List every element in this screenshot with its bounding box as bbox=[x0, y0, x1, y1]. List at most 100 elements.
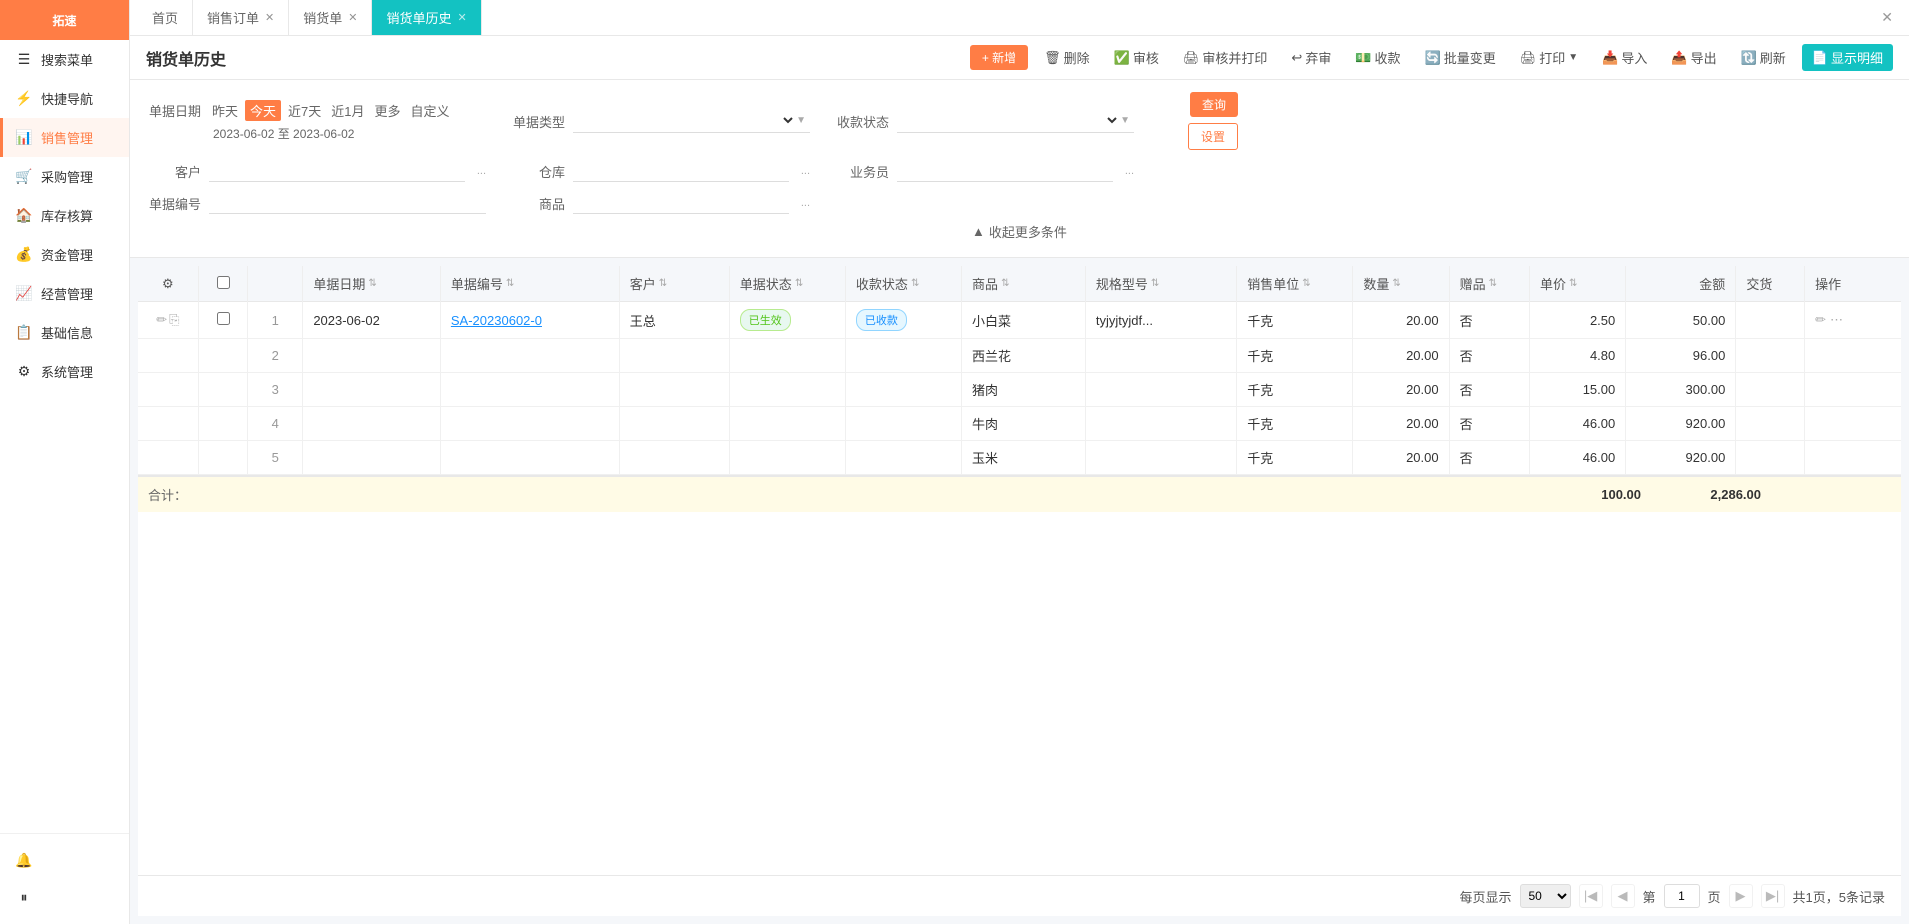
date-btn-7days[interactable]: 近7天 bbox=[285, 100, 324, 121]
row-gift-cell: 否 bbox=[1449, 441, 1529, 475]
sidebar-item-operations[interactable]: 📈 经营管理 bbox=[0, 274, 129, 313]
col-no-header[interactable]: 单据编号⇅ bbox=[440, 266, 619, 302]
goods-dots[interactable]: ... bbox=[801, 197, 810, 209]
goods-sort-icon: ⇅ bbox=[1001, 278, 1009, 289]
collect-button[interactable]: 💵 收款 bbox=[1347, 44, 1408, 71]
row-unit-cell: 千克 bbox=[1237, 302, 1353, 339]
row-price-cell: 2.50 bbox=[1529, 302, 1625, 339]
staff-filter-label: 业务员 bbox=[834, 162, 889, 181]
refresh-button[interactable]: 🔃 刷新 bbox=[1733, 44, 1794, 71]
tab-sales-delivery-close[interactable]: ✕ bbox=[348, 11, 357, 24]
tab-sales-history[interactable]: 销货单历史 ✕ bbox=[372, 0, 481, 35]
query-button[interactable]: 查询 bbox=[1190, 92, 1238, 117]
col-unit-header[interactable]: 销售单位⇅ bbox=[1237, 266, 1353, 302]
page-next-btn[interactable]: ▶ bbox=[1729, 884, 1753, 908]
sidebar-item-purchase-mgmt[interactable]: 🛒 采购管理 bbox=[0, 157, 129, 196]
sidebar-pause-btn[interactable]: ⏸ bbox=[0, 879, 129, 916]
type-select[interactable] bbox=[573, 109, 796, 132]
action-more-icon[interactable]: ⋯ bbox=[1830, 312, 1843, 327]
row-gift-cell: 否 bbox=[1449, 302, 1529, 339]
col-settings-header: ⚙ bbox=[138, 266, 198, 302]
col-action-header: 操作 bbox=[1805, 266, 1901, 302]
warehouse-dots[interactable]: ... bbox=[801, 165, 810, 177]
row-customer-cell: 王总 bbox=[619, 302, 729, 339]
col-customer-header[interactable]: 客户⇅ bbox=[619, 266, 729, 302]
delete-button[interactable]: 🗑 删除 bbox=[1036, 44, 1098, 71]
review-print-button[interactable]: 🖨 审核并打印 bbox=[1175, 44, 1276, 71]
col-qty-header[interactable]: 数量⇅ bbox=[1353, 266, 1449, 302]
page-input[interactable] bbox=[1664, 884, 1700, 908]
col-price-header[interactable]: 单价⇅ bbox=[1529, 266, 1625, 302]
sidebar-item-sales-mgmt[interactable]: 📊 销售管理 bbox=[0, 118, 129, 157]
col-spec-header[interactable]: 规格型号⇅ bbox=[1085, 266, 1236, 302]
docno-input[interactable] bbox=[209, 192, 486, 214]
warehouse-input[interactable] bbox=[573, 160, 789, 182]
sidebar-item-inventory[interactable]: 🏠 库存核算 bbox=[0, 196, 129, 235]
customer-input[interactable] bbox=[209, 160, 465, 182]
settings-button[interactable]: 设置 bbox=[1188, 123, 1238, 150]
staff-input[interactable] bbox=[897, 160, 1113, 182]
date-btn-more[interactable]: 更多 bbox=[372, 100, 404, 121]
status-badge: 已生效 bbox=[740, 309, 791, 331]
sidebar-item-sys-mgmt[interactable]: ⚙ 系统管理 bbox=[0, 352, 129, 391]
row-no-cell[interactable]: SA-20230602-0 bbox=[440, 302, 619, 339]
sidebar-item-quick-nav[interactable]: ⚡ 快捷导航 bbox=[0, 79, 129, 118]
abandon-button[interactable]: ↩ 弃审 bbox=[1283, 44, 1339, 71]
pay-status-filter-label: 收款状态 bbox=[834, 112, 889, 131]
new-button[interactable]: + 新增 bbox=[970, 45, 1028, 70]
app-logo: 拓速 bbox=[0, 0, 129, 40]
tab-sales-order[interactable]: 销售订单 ✕ bbox=[193, 0, 289, 35]
collapse-button[interactable]: ▲ 收起更多条件 bbox=[146, 218, 1893, 245]
row-status-cell bbox=[729, 407, 845, 441]
show-detail-button[interactable]: 📄 显示明细 bbox=[1802, 44, 1893, 71]
page-last-btn[interactable]: ▶| bbox=[1761, 884, 1785, 908]
staff-dots[interactable]: ... bbox=[1125, 165, 1134, 177]
select-all-checkbox[interactable] bbox=[217, 276, 230, 289]
sidebar-item-finance[interactable]: 💰 资金管理 bbox=[0, 235, 129, 274]
goods-input[interactable] bbox=[573, 192, 789, 214]
doc-no-link[interactable]: SA-20230602-0 bbox=[451, 313, 542, 328]
row-gift-cell: 否 bbox=[1449, 373, 1529, 407]
sidebar-notify-btn[interactable]: 🔔 bbox=[0, 842, 129, 879]
row-no-cell[interactable] bbox=[440, 339, 619, 373]
page-first-btn[interactable]: |◀ bbox=[1579, 884, 1603, 908]
row-no-cell[interactable] bbox=[440, 407, 619, 441]
row-copy-icon[interactable]: ⎘ bbox=[169, 312, 179, 327]
row-amount-cell: 920.00 bbox=[1626, 407, 1736, 441]
tab-sales-order-close[interactable]: ✕ bbox=[265, 11, 274, 24]
date-btn-custom[interactable]: 自定义 bbox=[408, 100, 453, 121]
per-page-select[interactable]: 50 20 100 bbox=[1520, 884, 1571, 908]
date-btn-today[interactable]: 今天 bbox=[245, 100, 281, 121]
export-button[interactable]: 📤 导出 bbox=[1663, 44, 1724, 71]
import-button[interactable]: 📥 导入 bbox=[1594, 44, 1655, 71]
tab-sales-history-close[interactable]: ✕ bbox=[458, 11, 467, 24]
col-goods-header[interactable]: 商品⇅ bbox=[962, 266, 1086, 302]
col-pay-header[interactable]: 收款状态⇅ bbox=[845, 266, 961, 302]
window-close-btn[interactable]: ✕ bbox=[1881, 9, 1893, 25]
col-date-header[interactable]: 单据日期⇅ bbox=[303, 266, 441, 302]
date-btn-1month[interactable]: 近1月 bbox=[328, 100, 367, 121]
date-btn-yesterday[interactable]: 昨天 bbox=[209, 100, 241, 121]
col-status-header[interactable]: 单据状态⇅ bbox=[729, 266, 845, 302]
col-gift-header[interactable]: 赠品⇅ bbox=[1449, 266, 1529, 302]
tab-home[interactable]: 首页 bbox=[138, 0, 193, 35]
pay-status-select[interactable] bbox=[897, 109, 1120, 132]
sidebar-item-base-info[interactable]: 📋 基础信息 bbox=[0, 313, 129, 352]
pagination: 每页显示 50 20 100 |◀ ◀ 第 页 ▶ ▶| 共1页，5条记录 bbox=[138, 875, 1901, 916]
page-prev-btn[interactable]: ◀ bbox=[1611, 884, 1635, 908]
tab-sales-delivery[interactable]: 销货单 ✕ bbox=[289, 0, 372, 35]
print-button[interactable]: 🖨 打印 ▼ bbox=[1512, 44, 1586, 71]
review-button[interactable]: ✅ 审核 bbox=[1106, 44, 1167, 71]
batch-change-button[interactable]: 🔄 批量变更 bbox=[1417, 44, 1504, 71]
row-checkbox[interactable] bbox=[217, 312, 230, 325]
row-no-cell[interactable] bbox=[440, 373, 619, 407]
row-no-cell[interactable] bbox=[440, 441, 619, 475]
action-edit-icon[interactable]: ✏ bbox=[1815, 312, 1826, 327]
sidebar-item-search-menu[interactable]: ☰ 搜索菜单 bbox=[0, 40, 129, 79]
row-edit-icon[interactable]: ✏ bbox=[156, 312, 167, 327]
no-sort-icon: ⇅ bbox=[506, 278, 514, 289]
table-settings-icon[interactable]: ⚙ bbox=[162, 276, 174, 291]
customer-dots[interactable]: ... bbox=[477, 165, 486, 177]
row-trade-cell bbox=[1736, 302, 1805, 339]
table-row: ✏⎘12023-06-02SA-20230602-0王总已生效已收款小白菜tyj… bbox=[138, 302, 1901, 339]
